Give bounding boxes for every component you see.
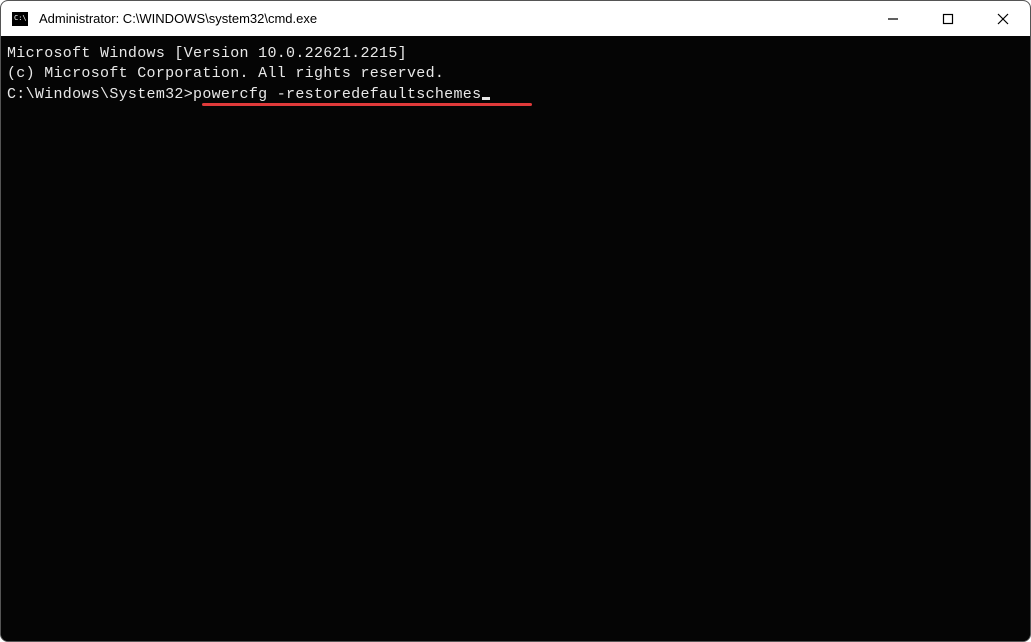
terminal-area[interactable]: Microsoft Windows [Version 10.0.22621.22… — [1, 36, 1030, 641]
window-title: Administrator: C:\WINDOWS\system32\cmd.e… — [39, 11, 865, 26]
terminal-prompt-line: C:\Windows\System32>powercfg -restoredef… — [7, 85, 490, 146]
terminal-prompt: C:\Windows\System32> — [7, 86, 193, 103]
cmd-icon-text: C:\. — [14, 15, 31, 22]
terminal-cursor — [482, 97, 490, 100]
annotation-underline — [202, 103, 532, 106]
terminal-command: powercfg -restoredefaultschemes — [193, 86, 481, 103]
titlebar[interactable]: C:\. Administrator: C:\WINDOWS\system32\… — [1, 1, 1030, 36]
minimize-button[interactable] — [865, 1, 920, 36]
maximize-button[interactable] — [920, 1, 975, 36]
cmd-window: C:\. Administrator: C:\WINDOWS\system32\… — [0, 0, 1031, 642]
close-button[interactable] — [975, 1, 1030, 36]
window-controls — [865, 1, 1030, 36]
close-icon — [997, 13, 1009, 25]
cmd-app-icon: C:\. — [11, 10, 29, 28]
terminal-output-line: (c) Microsoft Corporation. All rights re… — [7, 64, 1030, 84]
maximize-icon — [942, 13, 954, 25]
minimize-icon — [887, 13, 899, 25]
terminal-output-line: Microsoft Windows [Version 10.0.22621.22… — [7, 44, 1030, 64]
